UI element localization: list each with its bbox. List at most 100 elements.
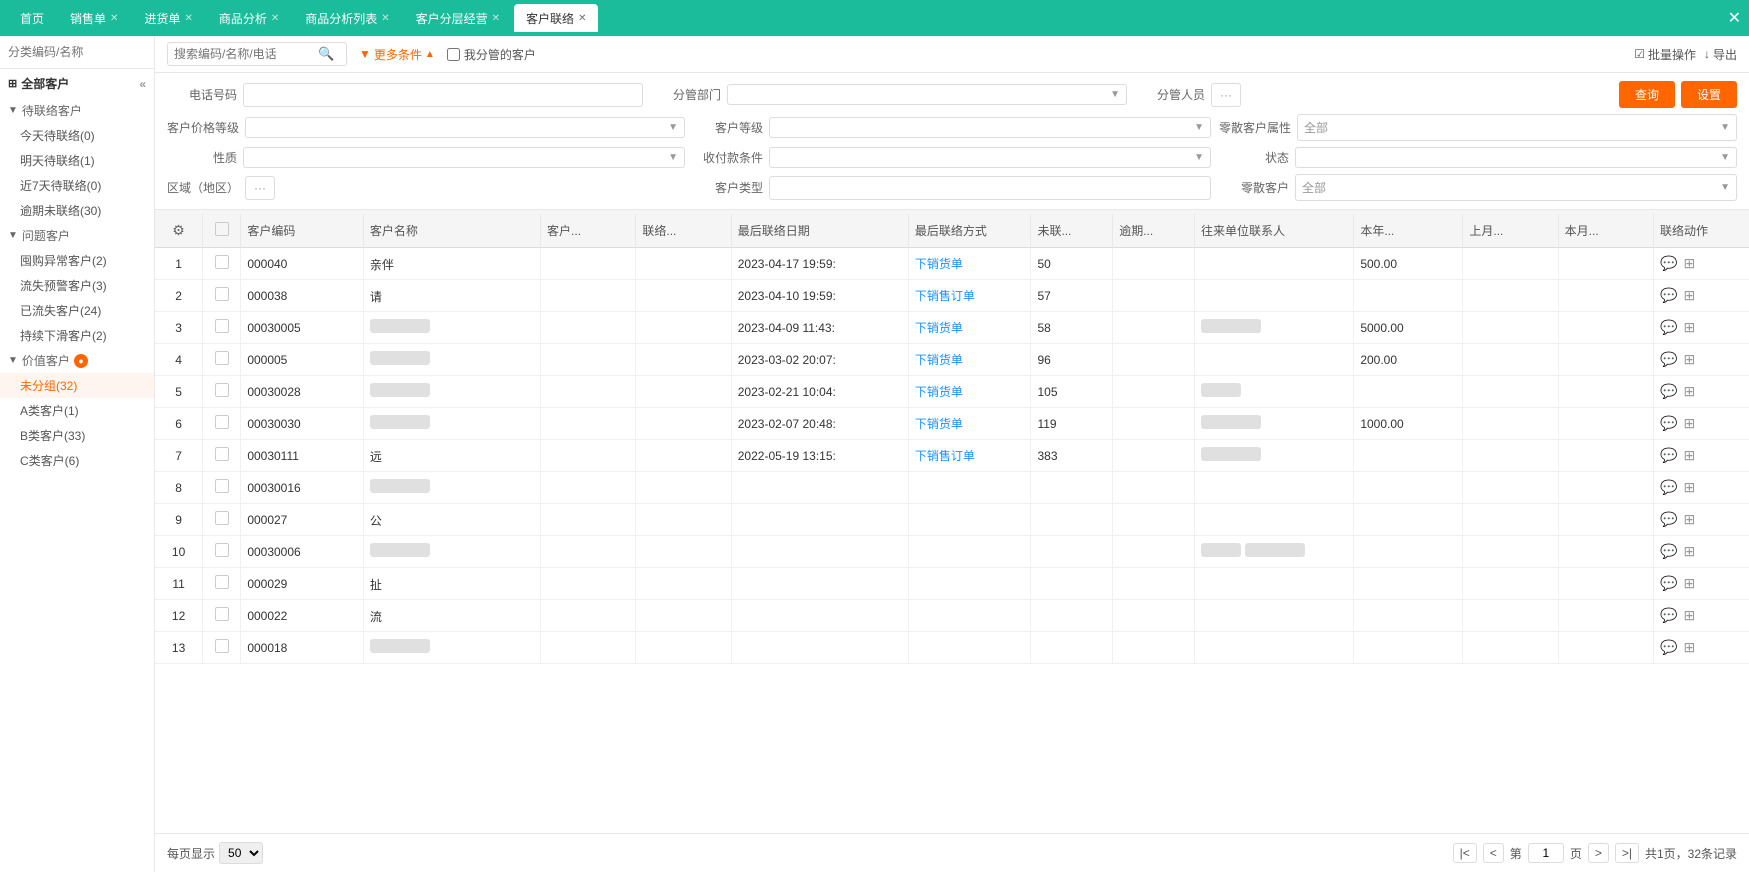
first-page-btn[interactable]: |<: [1453, 843, 1477, 863]
window-close-icon[interactable]: ✕: [1728, 8, 1741, 28]
sidebar-item-abnormal-stockpile[interactable]: 囤购异常客户(2): [0, 248, 154, 273]
row-checkbox[interactable]: [215, 415, 229, 429]
last-way-link[interactable]: 下销货单: [915, 321, 963, 335]
my-customers-checkbox[interactable]: [447, 48, 460, 61]
close-sales-order-icon[interactable]: ✕: [110, 13, 118, 24]
row-checkbox[interactable]: [215, 319, 229, 333]
chat-action-icon[interactable]: 💬: [1660, 607, 1677, 624]
row-checkbox[interactable]: [215, 607, 229, 621]
row-checkbox[interactable]: [215, 287, 229, 301]
sidebar-item-7days-pending[interactable]: 近7天待联络(0): [0, 173, 154, 198]
tab-product-analysis[interactable]: 商品分析 ✕: [207, 4, 291, 32]
settings-icon[interactable]: ⚙: [172, 222, 185, 238]
grid-action-icon[interactable]: ⊞: [1683, 575, 1695, 592]
grid-action-icon[interactable]: ⊞: [1683, 639, 1695, 656]
filter-input-cust-type[interactable]: [769, 176, 1211, 200]
tab-sales-order[interactable]: 销售单 ✕: [58, 4, 130, 32]
sidebar-item-tomorrow-pending[interactable]: 明天待联络(1): [0, 148, 154, 173]
filter-dots-region[interactable]: ···: [245, 176, 275, 200]
chat-action-icon[interactable]: 💬: [1660, 415, 1677, 432]
header-checkbox[interactable]: [215, 222, 229, 236]
close-customer-tier-icon[interactable]: ✕: [492, 13, 500, 24]
sidebar-group-pending[interactable]: ▼ 待联络客户: [0, 98, 154, 123]
row-checkbox[interactable]: [215, 575, 229, 589]
filter-select-payment[interactable]: ▼: [769, 147, 1211, 168]
filter-dots-manager[interactable]: ···: [1211, 83, 1241, 107]
filter-select-dept[interactable]: ▼: [727, 84, 1127, 105]
grid-action-icon[interactable]: ⊞: [1683, 319, 1695, 336]
grid-action-icon[interactable]: ⊞: [1683, 415, 1695, 432]
last-way-link[interactable]: 下销货单: [915, 353, 963, 367]
chat-action-icon[interactable]: 💬: [1660, 575, 1677, 592]
tab-purchase-order[interactable]: 进货单 ✕: [132, 4, 204, 32]
sidebar-item-class-b[interactable]: B类客户(33): [0, 423, 154, 448]
close-product-list-icon[interactable]: ✕: [381, 13, 389, 24]
last-way-link[interactable]: 下销售订单: [915, 449, 975, 463]
sidebar-item-overdue-pending[interactable]: 逾期未联络(30): [0, 198, 154, 223]
row-checkbox[interactable]: [215, 479, 229, 493]
row-checkbox[interactable]: [215, 351, 229, 365]
last-way-link[interactable]: 下销货单: [915, 417, 963, 431]
chat-action-icon[interactable]: 💬: [1660, 287, 1677, 304]
nav-home[interactable]: 首页: [8, 10, 56, 27]
grid-action-icon[interactable]: ⊞: [1683, 287, 1695, 304]
sidebar-item-declining[interactable]: 持续下滑客户(2): [0, 323, 154, 348]
sidebar-group-problem[interactable]: ▼ 问题客户: [0, 223, 154, 248]
grid-action-icon[interactable]: ⊞: [1683, 511, 1695, 528]
filter-search-icon[interactable]: 🔍: [318, 46, 334, 62]
sidebar-item-today-pending[interactable]: 今天待联络(0): [0, 123, 154, 148]
filter-select-price-level[interactable]: ▼: [245, 117, 685, 138]
last-way-link[interactable]: 下销售订单: [915, 289, 975, 303]
chat-action-icon[interactable]: 💬: [1660, 447, 1677, 464]
page-input[interactable]: [1528, 843, 1564, 863]
row-checkbox[interactable]: [215, 255, 229, 269]
grid-action-icon[interactable]: ⊞: [1683, 383, 1695, 400]
grid-action-icon[interactable]: ⊞: [1683, 447, 1695, 464]
sidebar-item-ungroup[interactable]: 未分组(32): [0, 373, 154, 398]
filter-input-phone[interactable]: [243, 83, 643, 107]
grid-action-icon[interactable]: ⊞: [1683, 255, 1695, 272]
filter-select-nature[interactable]: ▼: [243, 147, 685, 168]
grid-action-icon[interactable]: ⊞: [1683, 351, 1695, 368]
chat-action-icon[interactable]: 💬: [1660, 543, 1677, 560]
more-conditions-btn[interactable]: ▼ 更多条件 ▲: [359, 46, 435, 63]
chat-action-icon[interactable]: 💬: [1660, 351, 1677, 368]
grid-action-icon[interactable]: ⊞: [1683, 607, 1695, 624]
filter-search-input[interactable]: [174, 47, 314, 61]
close-customer-contact-icon[interactable]: ✕: [578, 13, 586, 24]
sidebar-item-class-a[interactable]: A类客户(1): [0, 398, 154, 423]
chat-action-icon[interactable]: 💬: [1660, 383, 1677, 400]
filter-select-status[interactable]: ▼: [1295, 147, 1737, 168]
per-page-select[interactable]: 50: [219, 842, 263, 864]
tab-product-analysis-list[interactable]: 商品分析列表 ✕: [293, 4, 401, 32]
chat-action-icon[interactable]: 💬: [1660, 255, 1677, 272]
sidebar-collapse-btn[interactable]: «: [139, 77, 146, 91]
row-checkbox[interactable]: [215, 383, 229, 397]
row-checkbox[interactable]: [215, 447, 229, 461]
sidebar-item-churn-warning[interactable]: 流失预警客户(3): [0, 273, 154, 298]
filter-select-zero-attr[interactable]: 全部 ▼: [1297, 114, 1737, 141]
query-button[interactable]: 查询: [1619, 81, 1675, 108]
grid-action-icon[interactable]: ⊞: [1683, 479, 1695, 496]
close-product-analysis-icon[interactable]: ✕: [271, 13, 279, 24]
prev-page-btn[interactable]: <: [1483, 843, 1504, 863]
batch-operations-btn[interactable]: ☑ 批量操作: [1634, 46, 1696, 63]
last-way-link[interactable]: 下销货单: [915, 385, 963, 399]
tab-customer-tier[interactable]: 客户分层经营 ✕: [404, 4, 512, 32]
chat-action-icon[interactable]: 💬: [1660, 639, 1677, 656]
next-page-btn[interactable]: >: [1588, 843, 1609, 863]
row-checkbox[interactable]: [215, 511, 229, 525]
row-checkbox[interactable]: [215, 543, 229, 557]
chat-action-icon[interactable]: 💬: [1660, 511, 1677, 528]
sidebar-group-value[interactable]: ▼ 价值客户 ●: [0, 348, 154, 373]
sidebar-search-input[interactable]: [8, 45, 155, 59]
filter-select-customer-level[interactable]: ▼: [769, 117, 1211, 138]
filter-select-zero-cust[interactable]: 全部 ▼: [1295, 174, 1737, 201]
tab-customer-contact[interactable]: 客户联络 ✕: [514, 4, 598, 32]
last-way-link[interactable]: 下销货单: [915, 257, 963, 271]
row-checkbox[interactable]: [215, 639, 229, 653]
sidebar-all-customers[interactable]: ⊞ 全部客户 «: [0, 69, 154, 98]
close-purchase-order-icon[interactable]: ✕: [184, 13, 192, 24]
export-btn[interactable]: ↓ 导出: [1704, 46, 1737, 63]
chat-action-icon[interactable]: 💬: [1660, 319, 1677, 336]
